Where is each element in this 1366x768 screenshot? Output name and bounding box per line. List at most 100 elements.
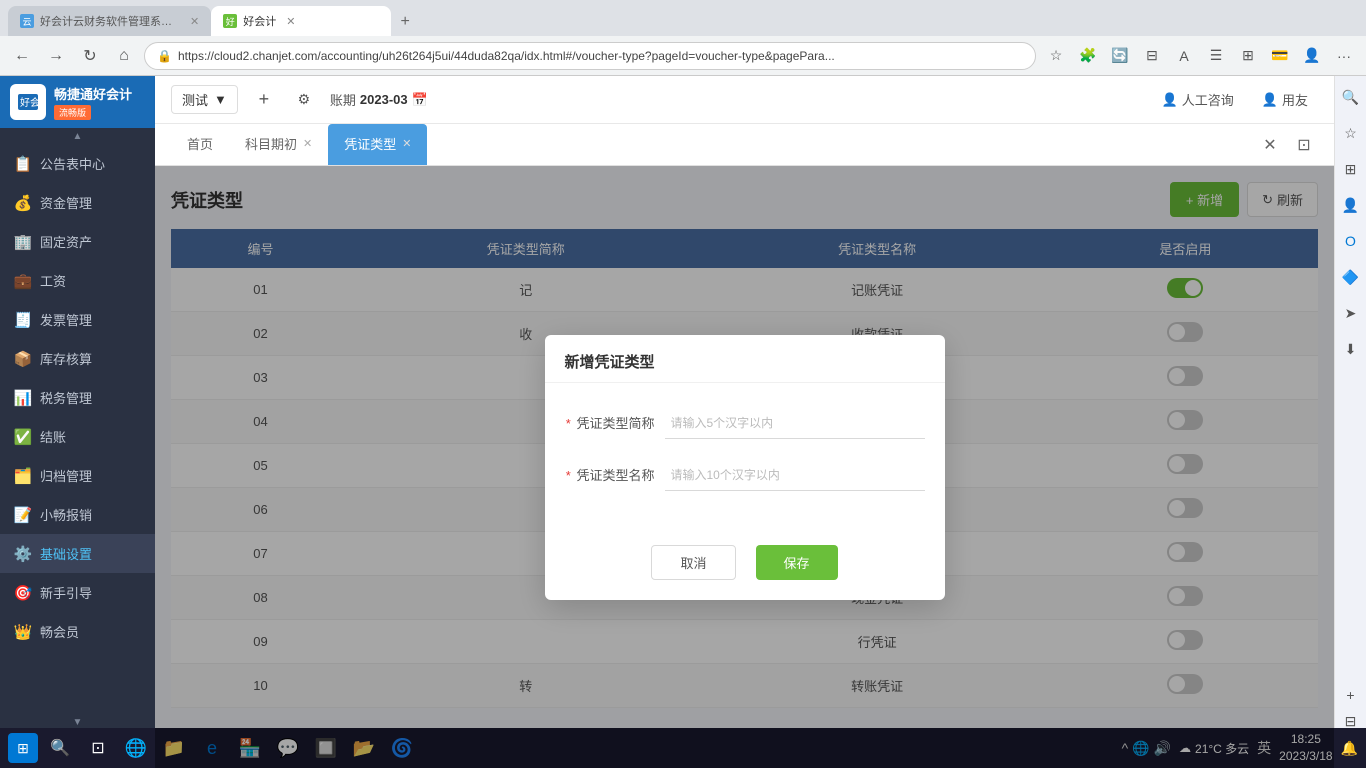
sidebar-scroll-up[interactable]: ▲ xyxy=(0,128,155,144)
save-button[interactable]: 保存 xyxy=(756,545,838,580)
tab-subject-close[interactable]: ✕ xyxy=(303,137,312,150)
page-tab-bar: 首页 科目期初 ✕ 凭证类型 ✕ ✕ ⊡ xyxy=(155,124,1334,166)
abbr-input[interactable] xyxy=(665,407,925,439)
tab-home[interactable]: 首页 xyxy=(171,124,229,165)
required-indicator-2: * xyxy=(566,468,571,483)
required-indicator: * xyxy=(566,416,571,431)
member-icon: 👑 xyxy=(14,623,32,641)
address-text: https://cloud2.chanjet.com/accounting/uh… xyxy=(178,49,1023,63)
sidebar-item-report[interactable]: 📝 小畅报销 xyxy=(0,495,155,534)
tab-maximize-icon[interactable]: ⊡ xyxy=(1290,131,1318,159)
tab-home-label: 首页 xyxy=(187,134,213,153)
sidebar-item-fund[interactable]: 💰 资金管理 xyxy=(0,183,155,222)
tab1-favicon: 云 xyxy=(20,14,34,28)
tab-voucher-type[interactable]: 凭证类型 ✕ xyxy=(328,124,427,165)
tab-subject-label: 科目期初 xyxy=(245,134,297,153)
invoice-label: 发票管理 xyxy=(40,310,92,329)
fund-icon: 💰 xyxy=(14,194,32,212)
fixed-asset-label: 固定资产 xyxy=(40,232,92,251)
profile-icon[interactable]: 👤 xyxy=(1298,42,1326,70)
logo-title: 畅捷通好会计 xyxy=(54,84,132,103)
report-icon: 📝 xyxy=(14,506,32,524)
rp-grid-icon[interactable]: ⊞ xyxy=(1338,156,1364,182)
notification-icon[interactable]: 🔔 xyxy=(1341,740,1358,757)
tab2-favicon: 好 xyxy=(223,14,237,28)
bookmark-star-icon[interactable]: ☆ xyxy=(1042,42,1070,70)
address-bar[interactable]: 🔒 https://cloud2.chanjet.com/accounting/… xyxy=(144,42,1036,70)
sidebar-item-invoice[interactable]: 🧾 发票管理 xyxy=(0,300,155,339)
home-button[interactable]: ⌂ xyxy=(110,42,138,70)
collections-icon[interactable]: ⊞ xyxy=(1234,42,1262,70)
wallet-icon[interactable]: 💳 xyxy=(1266,42,1294,70)
archive-label: 归档管理 xyxy=(40,466,92,485)
split-view-icon[interactable]: ⊟ xyxy=(1138,42,1166,70)
taskbar-chrome[interactable]: 🌐 xyxy=(120,732,152,764)
settings-gear-icon[interactable]: ⚙ xyxy=(290,86,318,114)
cancel-label: 取消 xyxy=(680,556,706,571)
content-area: 凭证类型 + 新增 ↻ 刷新 编号 凭证类型简称 xyxy=(155,166,1334,768)
toolbar-actions: ☆ 🧩 🔄 ⊟ A ☰ ⊞ 💳 👤 ··· xyxy=(1042,42,1358,70)
rp-outlook-icon[interactable]: O xyxy=(1338,228,1364,254)
cancel-button[interactable]: 取消 xyxy=(651,545,735,580)
consult-button[interactable]: 👤 人工咨询 xyxy=(1152,86,1244,113)
more-icon[interactable]: ··· xyxy=(1330,42,1358,70)
rp-download-icon[interactable]: ⬇ xyxy=(1338,336,1364,362)
workspace-selector[interactable]: 测试 ▼ xyxy=(171,85,238,114)
sidebar-item-fixed-asset[interactable]: 🏢 固定资产 xyxy=(0,222,155,261)
extensions-icon[interactable]: 🧩 xyxy=(1074,42,1102,70)
rp-teams-icon[interactable]: 🔷 xyxy=(1338,264,1364,290)
tab-subject[interactable]: 科目期初 ✕ xyxy=(229,124,328,165)
workspace-name: 测试 xyxy=(182,90,208,109)
sidebar-item-tax[interactable]: 📊 税务管理 xyxy=(0,378,155,417)
new-tab-button[interactable]: + xyxy=(391,8,419,36)
name-input[interactable] xyxy=(665,459,925,491)
sidebar-item-settle[interactable]: ✅ 结账 xyxy=(0,417,155,456)
period-badge: 账期 2023-03 📅 xyxy=(330,90,428,109)
rp-star-icon[interactable]: ☆ xyxy=(1338,120,1364,146)
font-size-icon[interactable]: A xyxy=(1170,42,1198,70)
sidebar-item-archive[interactable]: 🗂️ 归档管理 xyxy=(0,456,155,495)
forward-button[interactable]: → xyxy=(42,42,70,70)
inventory-label: 库存核算 xyxy=(40,349,92,368)
taskbar-taskview[interactable]: ⊡ xyxy=(82,732,114,764)
guide-icon: 🎯 xyxy=(14,584,32,602)
sidebar-item-inventory[interactable]: 📦 库存核算 xyxy=(0,339,155,378)
sidebar-item-member[interactable]: 👑 畅会员 xyxy=(0,612,155,651)
sync-icon[interactable]: 🔄 xyxy=(1106,42,1134,70)
sidebar-item-announcement[interactable]: 📋 公告表中心 xyxy=(0,144,155,183)
back-button[interactable]: ← xyxy=(8,42,36,70)
reading-view-icon[interactable]: ☰ xyxy=(1202,42,1230,70)
settings-icon: ⚙️ xyxy=(14,545,32,563)
calendar-icon[interactable]: 📅 xyxy=(412,92,428,108)
reload-button[interactable]: ↻ xyxy=(76,42,104,70)
rp-search-icon[interactable]: 🔍 xyxy=(1338,84,1364,110)
user-avatar-icon: 👤 xyxy=(1262,92,1278,108)
sidebar-item-salary[interactable]: 💼 工资 xyxy=(0,261,155,300)
tax-label: 税务管理 xyxy=(40,388,92,407)
browser-tab-2[interactable]: 好 好会计 ✕ xyxy=(211,6,391,36)
tab-voucher-close[interactable]: ✕ xyxy=(402,137,411,150)
taskbar-search[interactable]: 🔍 xyxy=(44,732,76,764)
modal-overlay: 新增凭证类型 * 凭证类型简称 * xyxy=(155,166,1334,768)
rp-user-icon[interactable]: 👤 xyxy=(1338,192,1364,218)
main-content: 测试 ▼ + ⚙ 账期 2023-03 📅 👤 人工咨询 👤 用友 xyxy=(155,76,1334,768)
period-value: 2023-03 xyxy=(360,92,408,107)
tax-icon: 📊 xyxy=(14,389,32,407)
report-label: 小畅报销 xyxy=(40,505,92,524)
period-label: 账期 xyxy=(330,90,356,109)
task-view-icon: ⊡ xyxy=(91,738,104,758)
sidebar-item-guide[interactable]: 🎯 新手引导 xyxy=(0,573,155,612)
start-button[interactable]: ⊞ xyxy=(8,733,38,763)
user-button[interactable]: 👤 用友 xyxy=(1252,86,1318,113)
header-actions: 👤 人工咨询 👤 用友 xyxy=(1152,86,1318,113)
modal-title: 新增凭证类型 xyxy=(565,354,655,371)
add-workspace-button[interactable]: + xyxy=(250,86,278,114)
sidebar-item-settings[interactable]: ⚙️ 基础设置 xyxy=(0,534,155,573)
rp-plus-icon[interactable]: + xyxy=(1338,682,1364,708)
tab1-close[interactable]: ✕ xyxy=(190,15,199,28)
tab2-close[interactable]: ✕ xyxy=(286,15,295,28)
app-container: 好会计 畅捷通好会计 流畅版 ▲ 📋 公告表中心 💰 资金管理 🏢 固定资产 xyxy=(0,76,1366,768)
tab-close-window-icon[interactable]: ✕ xyxy=(1256,131,1284,159)
rp-send-icon[interactable]: ➤ xyxy=(1338,300,1364,326)
browser-tab-1[interactable]: 云 好会计云财务软件管理系统_会计 ✕ xyxy=(8,6,211,36)
